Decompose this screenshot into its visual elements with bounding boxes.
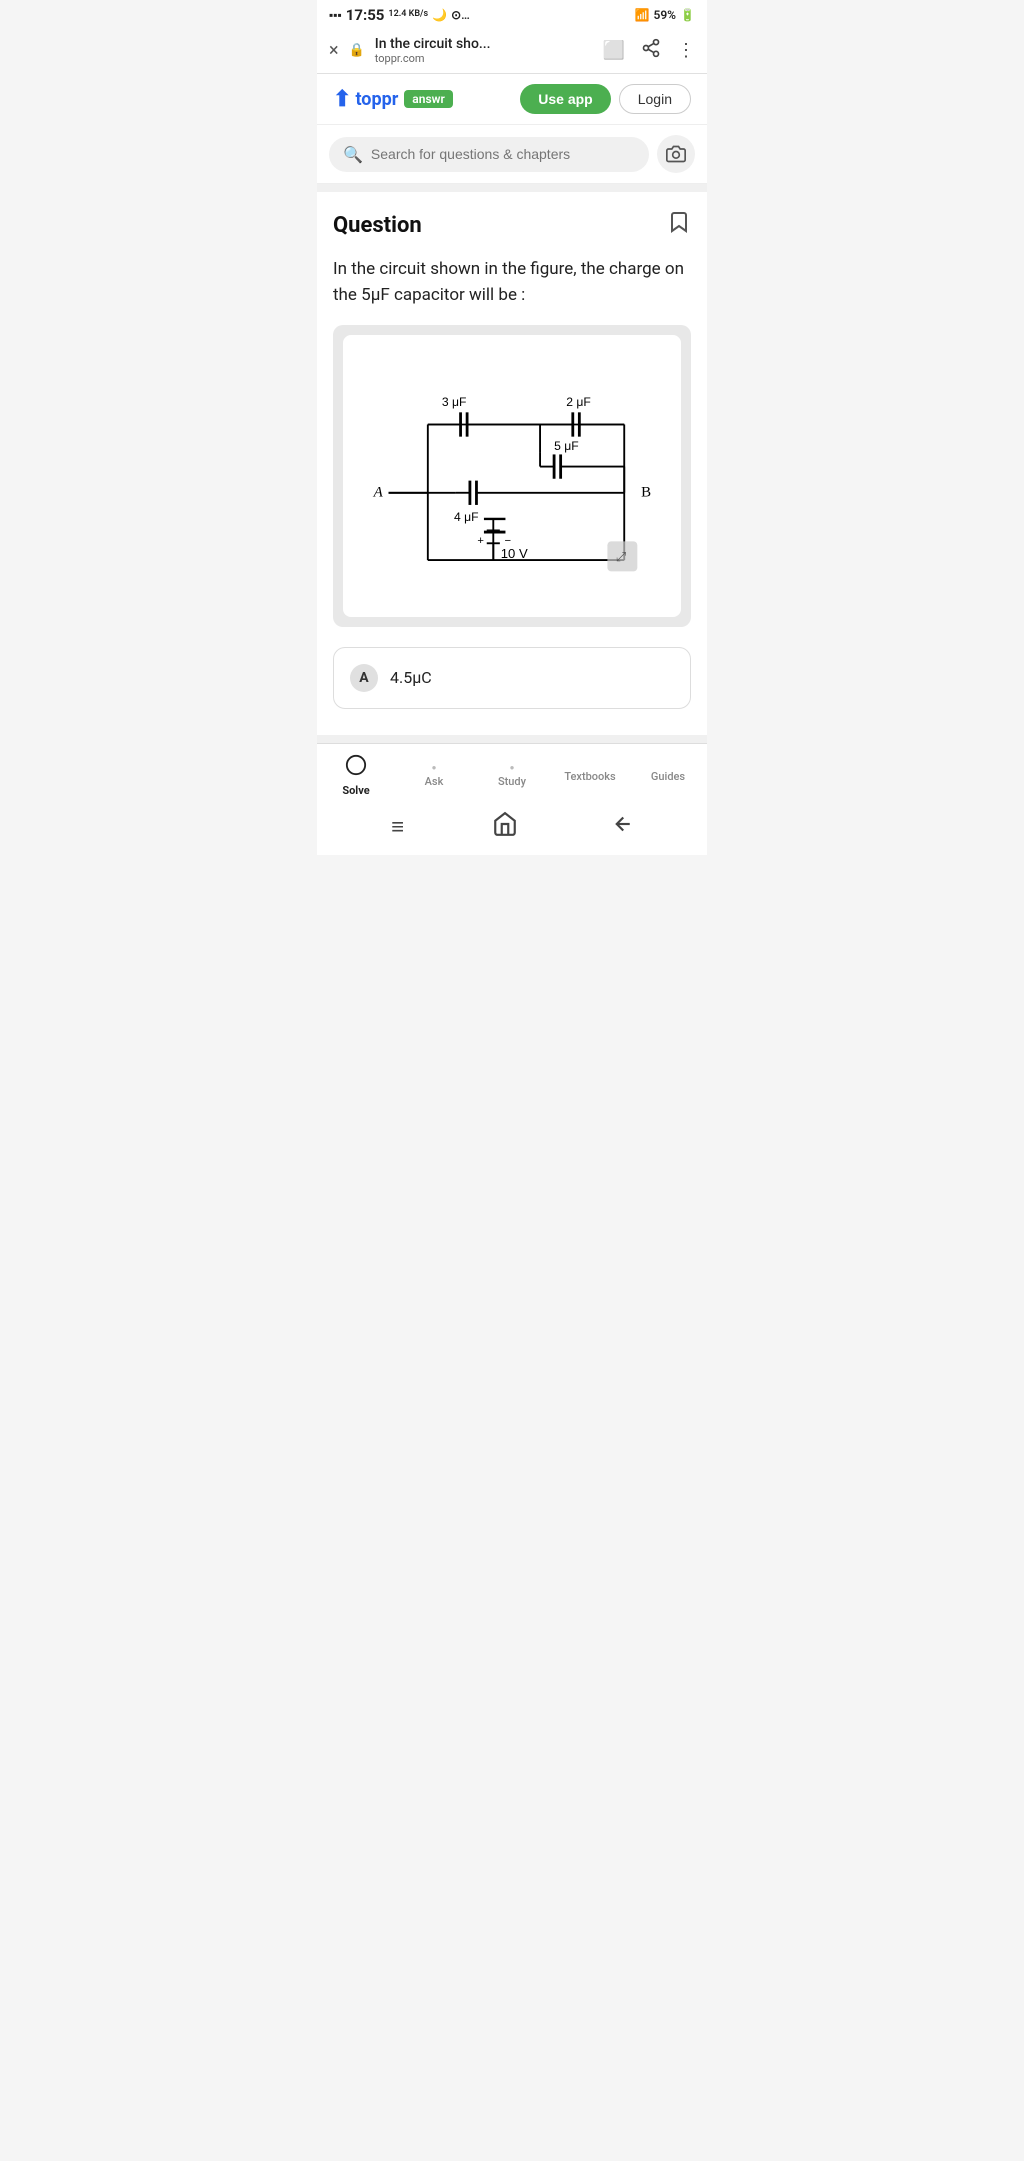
use-app-button[interactable]: Use app	[520, 84, 610, 114]
expand-icon[interactable]: ⤢	[616, 550, 626, 565]
system-nav-bar: ≡	[317, 803, 707, 855]
more-browser-icon[interactable]: ⋮	[677, 40, 695, 61]
moon-icon: 🌙	[432, 8, 447, 22]
battery-icon: 🔋	[680, 8, 695, 22]
option-a-circle: A	[350, 664, 378, 692]
node-a-label: A	[373, 484, 384, 500]
c3-label: 5 μF	[554, 438, 579, 452]
share-browser-icon[interactable]	[641, 38, 661, 63]
question-header: Question	[333, 210, 691, 240]
main-content: Question In the circuit shown in the fig…	[317, 192, 707, 735]
battery-plus: +	[477, 535, 484, 547]
lte-icon: 📶	[635, 8, 650, 22]
menu-nav-button[interactable]: ≡	[391, 814, 404, 840]
back-nav-button[interactable]	[607, 811, 633, 843]
ask-icon: ●	[432, 763, 437, 772]
nav-textbooks[interactable]: Textbooks	[560, 767, 620, 783]
nav-study-label: Study	[498, 775, 526, 788]
browser-title-wrap: In the circuit sho... toppr.com	[375, 36, 593, 65]
answer-option-a[interactable]: A 4.5μC	[333, 647, 691, 709]
browser-bar: × 🔒 In the circuit sho... toppr.com ⬜ ⋮	[317, 28, 707, 74]
signal-icon: ▪▪▪	[329, 8, 342, 22]
c4-label: 4 μF	[454, 510, 479, 524]
bottom-nav: Solve ● Ask ● Study Textbooks Guides	[317, 743, 707, 803]
status-time: 17:55	[346, 6, 385, 24]
nav-solve[interactable]: Solve	[326, 754, 386, 797]
status-left: ▪▪▪ 17:55 12.4 KB/s 🌙 ⊙…	[329, 6, 470, 24]
browser-url: toppr.com	[375, 52, 593, 65]
app-bar: ⬆ toppr answr Use app Login	[317, 74, 707, 125]
circuit-container: A B 3 μF	[333, 325, 691, 627]
status-kbs: 12.4 KB/s	[388, 10, 428, 20]
nav-textbooks-label: Textbooks	[564, 770, 615, 783]
study-icon: ●	[510, 763, 515, 772]
brand-logo: ⬆ toppr	[333, 87, 398, 112]
circuit-svg: A B 3 μF	[353, 345, 671, 607]
solve-icon	[345, 754, 367, 781]
brand-wrap: ⬆ toppr answr	[333, 87, 453, 112]
voltage-label: 10 V	[501, 546, 528, 561]
nav-study[interactable]: ● Study	[482, 763, 542, 788]
browser-title: In the circuit sho...	[375, 36, 593, 52]
nav-ask-label: Ask	[425, 775, 444, 788]
browser-icons: ⬜ ⋮	[603, 38, 695, 63]
browser-close-button[interactable]: ×	[329, 40, 339, 61]
brand-answr: answr	[404, 90, 453, 108]
node-b-label: B	[641, 484, 651, 500]
status-right: 📶 59% 🔋	[635, 8, 695, 22]
status-bar: ▪▪▪ 17:55 12.4 KB/s 🌙 ⊙… 📶 59% 🔋	[317, 0, 707, 28]
question-text: In the circuit shown in the figure, the …	[333, 256, 691, 309]
search-wrap: 🔍	[317, 125, 707, 184]
question-section-title: Question	[333, 213, 422, 238]
app-bar-buttons: Use app Login	[520, 84, 691, 114]
answer-options: A 4.5μC	[333, 647, 691, 709]
search-icon: 🔍	[343, 145, 363, 164]
nav-ask[interactable]: ● Ask	[404, 763, 464, 788]
home-nav-button[interactable]	[492, 811, 518, 843]
search-inner: 🔍	[329, 137, 649, 172]
section-divider	[317, 184, 707, 192]
option-a-text: 4.5μC	[390, 668, 432, 687]
circuit-diagram: A B 3 μF	[343, 335, 681, 617]
bottom-divider	[317, 735, 707, 743]
battery-text: 59%	[653, 8, 676, 22]
camera-button[interactable]	[657, 135, 695, 173]
c1-label: 3 μF	[442, 394, 467, 408]
login-button[interactable]: Login	[619, 84, 691, 114]
question-bookmark-button[interactable]	[667, 210, 691, 240]
lock-icon: 🔒	[349, 43, 365, 58]
search-input[interactable]	[371, 146, 635, 162]
bookmark-browser-icon[interactable]: ⬜	[603, 40, 625, 61]
c2-label: 2 μF	[566, 394, 591, 408]
nav-guides[interactable]: Guides	[638, 767, 698, 783]
nav-guides-label: Guides	[651, 770, 685, 783]
dot-icon: ⊙…	[451, 8, 470, 22]
nav-solve-label: Solve	[342, 784, 369, 797]
